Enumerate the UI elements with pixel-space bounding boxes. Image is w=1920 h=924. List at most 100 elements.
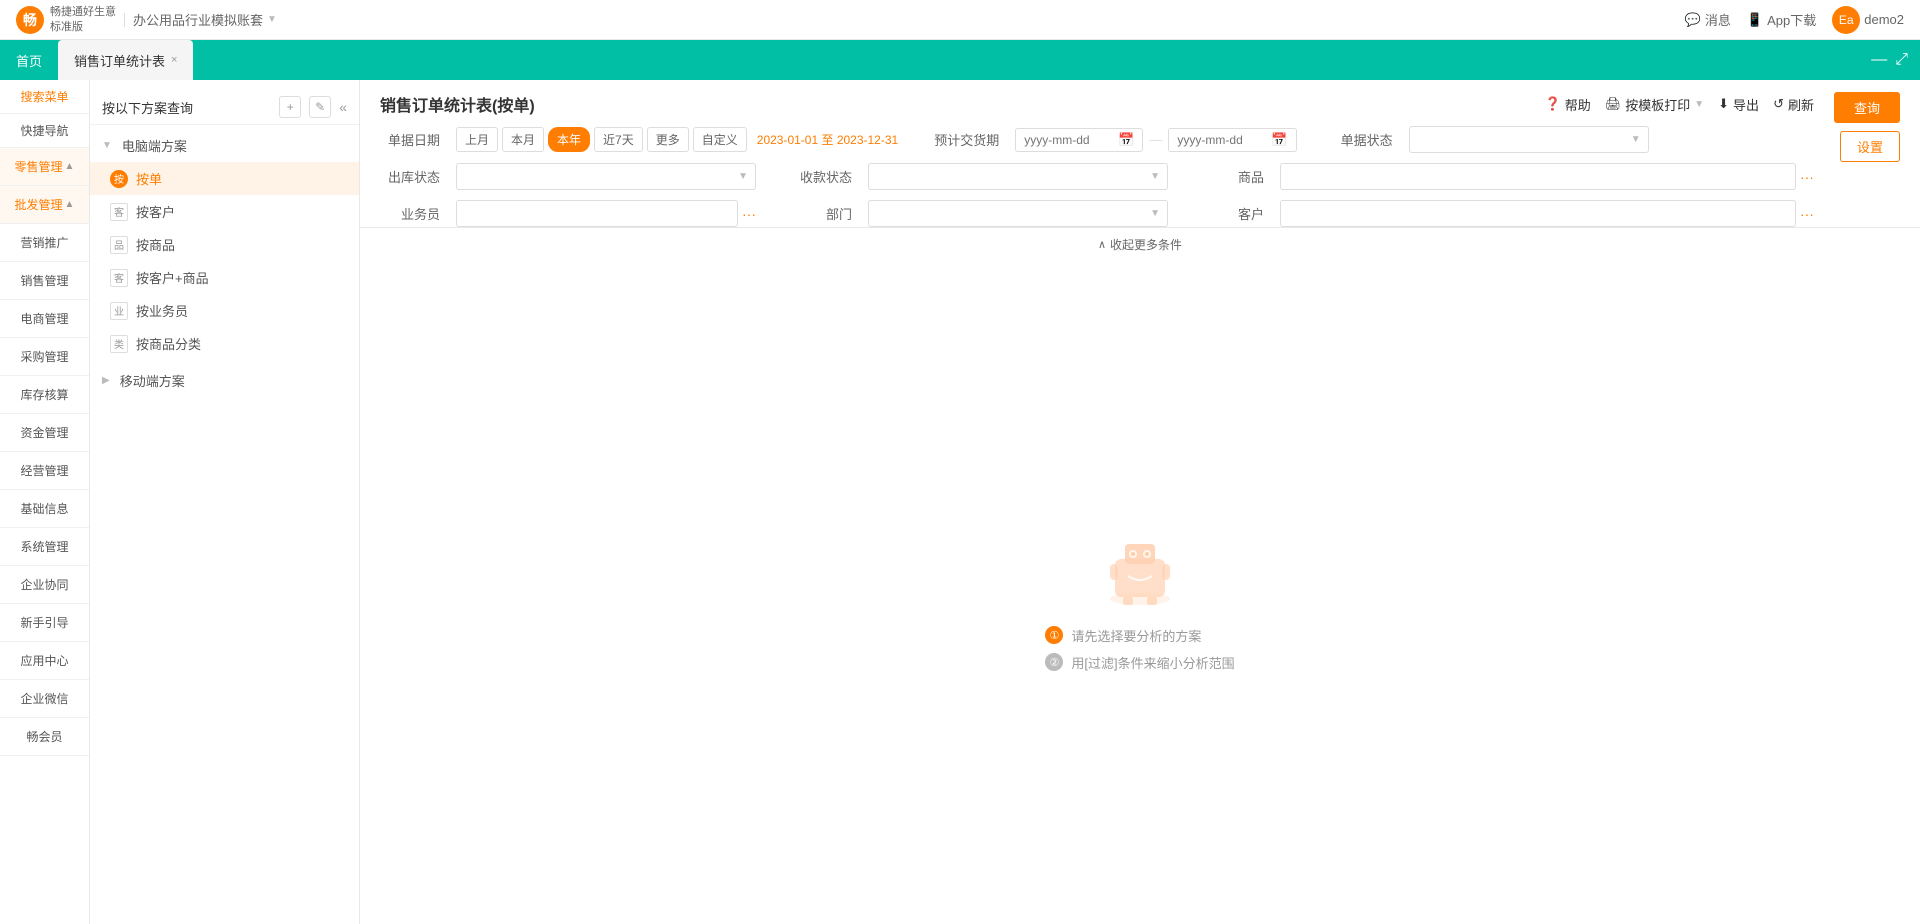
sidebar-item-inventory[interactable]: 库存核算 bbox=[0, 376, 89, 414]
message-btn[interactable]: 💬 消息 bbox=[1685, 10, 1731, 29]
sidebar-item-wholesale[interactable]: 批发管理 ▲ bbox=[0, 186, 89, 224]
date-btn-custom[interactable]: 自定义 bbox=[693, 127, 747, 152]
customer-more-icon[interactable]: ··· bbox=[1800, 206, 1814, 222]
maximize-icon[interactable]: ⤢ bbox=[1895, 51, 1908, 69]
date-btn-7days[interactable]: 近7天 bbox=[594, 127, 643, 152]
mobile-group[interactable]: ▶ 移动端方案 bbox=[90, 364, 359, 397]
active-tab-label: 销售订单统计表 bbox=[74, 51, 165, 70]
sidebar-quick-nav[interactable]: 快捷导航 bbox=[0, 114, 89, 148]
desktop-group[interactable]: ▼ 电脑端方案 bbox=[90, 129, 359, 162]
scheme-goods-icon: 品 bbox=[110, 236, 128, 254]
industry-selector[interactable]: 办公用品行业模拟账套 ▼ bbox=[133, 10, 277, 29]
date-btn-more[interactable]: 更多 bbox=[647, 127, 689, 152]
top-bar: 畅 畅捷通好生意 标准版 办公用品行业模拟账套 ▼ 💬 消息 📱 App下载 E… bbox=[0, 0, 1920, 40]
ship-select-control: ▼ bbox=[456, 163, 756, 190]
scheme-by-customer[interactable]: 客 按客户 bbox=[90, 195, 359, 228]
sidebar-item-finance[interactable]: 资金管理 bbox=[0, 414, 89, 452]
sidebar-item-marketing[interactable]: 营销推广 bbox=[0, 224, 89, 262]
add-scheme-btn[interactable]: + bbox=[279, 96, 301, 118]
tab-close-icon[interactable]: × bbox=[171, 54, 177, 66]
goods-filter-label: 商品 bbox=[1204, 167, 1264, 186]
sidebar-search-menu[interactable]: 搜索菜单 bbox=[0, 80, 89, 114]
sidebar-item-sales[interactable]: 销售管理 bbox=[0, 262, 89, 300]
predicted-date-start[interactable] bbox=[1024, 133, 1114, 147]
query-button[interactable]: 查询 bbox=[1834, 92, 1900, 123]
sidebar-item-app-center[interactable]: 应用中心 bbox=[0, 642, 89, 680]
left-panel-icons: + ✎ « bbox=[279, 96, 347, 118]
dept-select[interactable] bbox=[868, 200, 1168, 227]
scheme-order-label: 按单 bbox=[136, 169, 162, 188]
scheme-by-salesperson[interactable]: 业 按业务员 bbox=[90, 294, 359, 327]
salesperson-input[interactable] bbox=[456, 200, 738, 227]
refresh-btn[interactable]: ↺ 刷新 bbox=[1773, 95, 1814, 114]
tab-home[interactable]: 首页 bbox=[0, 40, 58, 80]
page-layout: 按以下方案查询 + ✎ « ▼ 电脑端方案 按 按单 bbox=[90, 80, 1920, 924]
edit-scheme-btn[interactable]: ✎ bbox=[309, 96, 331, 118]
industry-arrow-icon: ▼ bbox=[267, 14, 277, 25]
sidebar-item-retail[interactable]: 零售管理 ▲ bbox=[0, 148, 89, 186]
left-panel: 按以下方案查询 + ✎ « ▼ 电脑端方案 按 按单 bbox=[90, 80, 360, 924]
sidebar-item-system[interactable]: 系统管理 bbox=[0, 528, 89, 566]
sidebar-item-operations[interactable]: 经营管理 bbox=[0, 452, 89, 490]
date-btn-this-year[interactable]: 本年 bbox=[548, 127, 590, 152]
payment-select[interactable] bbox=[868, 163, 1168, 190]
content-area: 按以下方案查询 + ✎ « ▼ 电脑端方案 按 按单 bbox=[90, 80, 1920, 924]
customer-filter-control: ··· bbox=[1280, 200, 1814, 227]
sidebar-item-member[interactable]: 畅会员 bbox=[0, 718, 89, 756]
empty-state: ① 请先选择要分析的方案 ② 用[过滤]条件来缩小分析范围 bbox=[360, 261, 1920, 924]
predicted-date-end[interactable] bbox=[1177, 133, 1267, 147]
scheme-by-customer-goods[interactable]: 客 按客户+商品 bbox=[90, 261, 359, 294]
calendar-icon-2: 📅 bbox=[1271, 132, 1287, 148]
sidebar-item-newbie[interactable]: 新手引导 bbox=[0, 604, 89, 642]
top-bar-right: 💬 消息 📱 App下载 Ea demo2 bbox=[1685, 6, 1904, 34]
empty-tips: ① 请先选择要分析的方案 ② 用[过滤]条件来缩小分析范围 bbox=[1045, 626, 1234, 672]
date-btn-this-month[interactable]: 本月 bbox=[502, 127, 544, 152]
scheme-cg-label: 按客户+商品 bbox=[136, 268, 209, 287]
scheme-by-category[interactable]: 类 按商品分类 bbox=[90, 327, 359, 360]
panel-collapse-icon[interactable]: « bbox=[339, 99, 347, 115]
sidebar-item-collab[interactable]: 企业协同 bbox=[0, 566, 89, 604]
goods-input[interactable] bbox=[1280, 163, 1796, 190]
empty-tip-2: ② 用[过滤]条件来缩小分析范围 bbox=[1045, 653, 1234, 672]
empty-tip-1: ① 请先选择要分析的方案 bbox=[1045, 626, 1234, 645]
sidebar-item-purchase[interactable]: 采购管理 bbox=[0, 338, 89, 376]
tip-1-num: ① bbox=[1045, 626, 1063, 644]
logo-icon: 畅 bbox=[16, 6, 44, 34]
app-download-btn[interactable]: 📱 App下载 bbox=[1747, 10, 1816, 29]
date-filter-label: 单据日期 bbox=[380, 130, 440, 149]
page-actions: ❓ 帮助 🖨 按模板打印 ▼ ⬇ bbox=[1545, 95, 1814, 114]
scheme-by-order[interactable]: 按 按单 bbox=[90, 162, 359, 195]
print-arrow-icon: ▼ bbox=[1694, 99, 1704, 110]
scheme-customer-label: 按客户 bbox=[136, 202, 175, 221]
scheme-by-goods[interactable]: 品 按商品 bbox=[90, 228, 359, 261]
salesperson-filter-label: 业务员 bbox=[380, 204, 440, 223]
top-bar-left: 畅 畅捷通好生意 标准版 办公用品行业模拟账套 ▼ bbox=[16, 5, 277, 34]
predicted-date-control: 📅 — 📅 bbox=[1015, 128, 1296, 152]
logo-area: 畅 畅捷通好生意 标准版 bbox=[16, 5, 116, 34]
help-icon: ❓ bbox=[1545, 96, 1561, 112]
industry-label: 办公用品行业模拟账套 bbox=[133, 10, 263, 29]
sidebar-item-basic-info[interactable]: 基础信息 bbox=[0, 490, 89, 528]
user-area[interactable]: Ea demo2 bbox=[1832, 6, 1904, 34]
date-btn-last-month[interactable]: 上月 bbox=[456, 127, 498, 152]
minimize-icon[interactable]: — bbox=[1871, 51, 1887, 69]
mobile-group-label: 移动端方案 bbox=[120, 371, 185, 390]
export-btn[interactable]: ⬇ 导出 bbox=[1718, 95, 1759, 114]
collapse-arrow-icon: ∧ bbox=[1098, 238, 1106, 251]
print-btn[interactable]: 🖨 按模板打印 ▼ bbox=[1605, 95, 1704, 114]
sidebar-item-wechat[interactable]: 企业微信 bbox=[0, 680, 89, 718]
goods-more-icon[interactable]: ··· bbox=[1800, 169, 1814, 185]
salesperson-filter-control: ··· bbox=[456, 200, 756, 227]
collapse-bar[interactable]: ∧ 收起更多条件 bbox=[360, 227, 1920, 261]
sidebar-item-ecommerce[interactable]: 电商管理 bbox=[0, 300, 89, 338]
customer-input[interactable] bbox=[1280, 200, 1796, 227]
status-select[interactable] bbox=[1409, 126, 1649, 153]
help-btn[interactable]: ❓ 帮助 bbox=[1545, 95, 1591, 114]
logo-text: 畅捷通好生意 标准版 bbox=[50, 5, 116, 34]
tab-sales-stats[interactable]: 销售订单统计表 × bbox=[58, 40, 193, 80]
tip-2-num: ② bbox=[1045, 653, 1063, 671]
settings-button[interactable]: 设置 bbox=[1840, 131, 1900, 162]
ship-select[interactable] bbox=[456, 163, 756, 190]
salesperson-more-icon[interactable]: ··· bbox=[742, 206, 756, 222]
calendar-icon-1: 📅 bbox=[1118, 132, 1134, 148]
